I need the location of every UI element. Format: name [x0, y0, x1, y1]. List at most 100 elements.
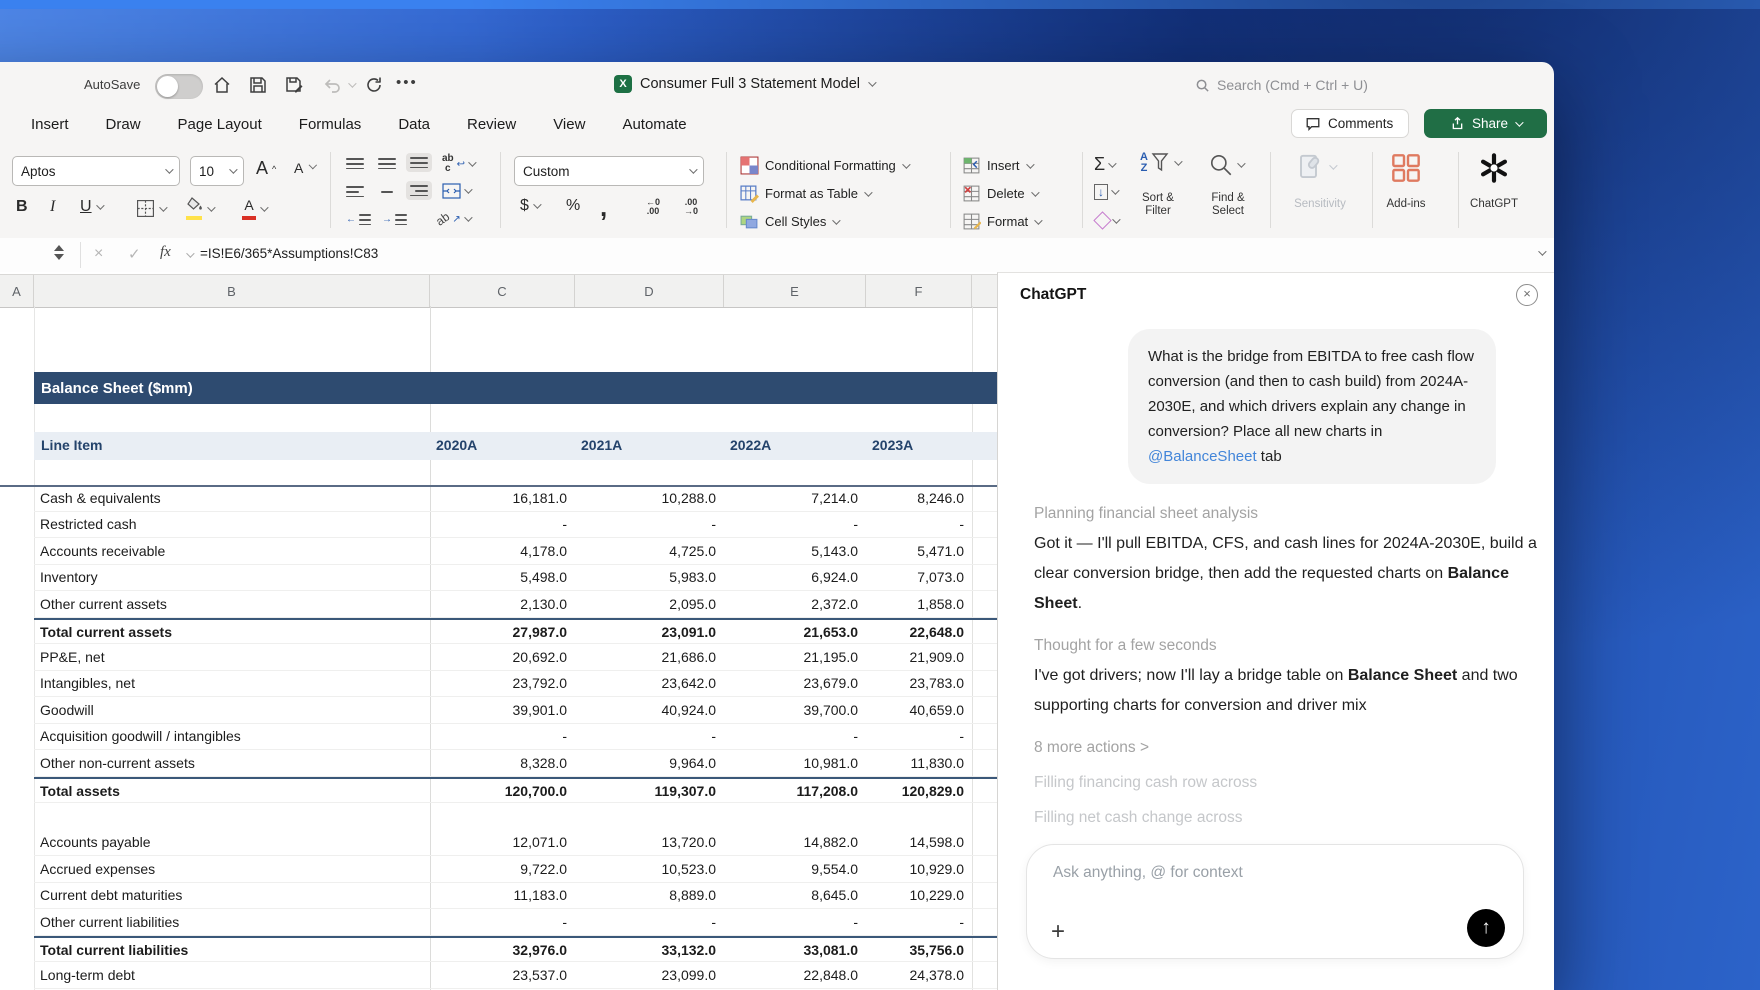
decrease-indent-button[interactable]: ←	[346, 214, 371, 226]
comma-style-button[interactable]: ,	[600, 192, 607, 223]
cell-value[interactable]: 1,858.0	[917, 596, 964, 612]
cell-value[interactable]: 10,229.0	[910, 887, 965, 903]
align-right-button[interactable]	[406, 181, 432, 201]
cell-value[interactable]: 27,987.0	[513, 624, 568, 640]
cell-value[interactable]: 14,882.0	[804, 834, 859, 850]
comments-button[interactable]: Comments	[1291, 109, 1409, 138]
cell-value[interactable]: 23,642.0	[662, 675, 717, 691]
align-bottom-button[interactable]	[406, 153, 432, 173]
save-icon[interactable]	[248, 75, 270, 95]
table-row[interactable]: Intangibles, net 23,792.0 23,642.0 23,679.0…	[34, 671, 997, 697]
cell-value[interactable]: 120,700.0	[505, 783, 567, 799]
autosave-toggle[interactable]	[155, 74, 203, 99]
cell-value[interactable]: 5,983.0	[669, 569, 716, 585]
cell-value[interactable]: -	[853, 914, 858, 930]
cell-value[interactable]: 11,183.0	[514, 887, 567, 903]
table-row[interactable]: Accounts receivable 4,178.0 4,725.0 5,143.0…	[34, 538, 997, 565]
cell-value[interactable]: 14,598.0	[910, 834, 965, 850]
confirm-entry-icon[interactable]: ✓	[128, 245, 141, 263]
cell-value[interactable]: 8,246.0	[917, 490, 964, 506]
cell-value[interactable]: 7,214.0	[811, 490, 858, 506]
table-row[interactable]: Other current liabilities - - - -	[34, 909, 997, 936]
sheet-title-row[interactable]: Balance Sheet ($mm)	[34, 372, 997, 404]
redo-icon[interactable]	[364, 75, 386, 95]
table-row[interactable]: Goodwill 39,901.0 40,924.0 39,700.0 40,659.0	[34, 697, 997, 724]
orientation-button[interactable]: ab ↗	[433, 209, 473, 229]
cell-value[interactable]: 4,725.0	[669, 543, 716, 559]
italic-button[interactable]: I	[50, 198, 55, 216]
borders-button[interactable]	[136, 199, 168, 218]
cell-value[interactable]: 4,178.0	[520, 543, 567, 559]
font-size-select[interactable]: 10	[190, 156, 244, 186]
percent-button[interactable]: %	[566, 197, 580, 215]
tab-formulas[interactable]: Formulas	[297, 112, 364, 137]
tab-insert[interactable]: Insert	[29, 112, 71, 137]
addins-label[interactable]: Add-ins	[1378, 198, 1434, 211]
cell-value[interactable]: 16,181.0	[513, 490, 568, 506]
balance-sheet-mention-link[interactable]: @BalanceSheet	[1148, 448, 1257, 465]
table-row[interactable]: Long-term debt 23,537.0 23,099.0 22,848.0 24…	[34, 962, 997, 989]
cell-value[interactable]: 23,099.0	[662, 967, 717, 983]
chatgpt-ribbon-icon[interactable]	[1476, 150, 1512, 186]
insert-cells-button[interactable]: Insert	[962, 156, 1035, 175]
table-row[interactable]: Accrued expenses 9,722.0 10,523.0 9,554.0 10…	[34, 856, 997, 883]
decrease-decimal-button[interactable]: ←0 .00	[646, 198, 660, 216]
tab-view[interactable]: View	[551, 112, 587, 137]
cell-value[interactable]: 120,829.0	[902, 783, 964, 799]
cell-value[interactable]: 23,679.0	[804, 675, 859, 691]
cell-value[interactable]: 13,720.0	[662, 834, 717, 850]
cell-value[interactable]: 33,081.0	[804, 942, 859, 958]
tab-review[interactable]: Review	[465, 112, 518, 137]
clear-button[interactable]	[1093, 211, 1121, 230]
cell-value[interactable]: -	[562, 728, 567, 744]
more-commands-icon[interactable]: •••	[396, 74, 418, 91]
attach-plus-button[interactable]: +	[1051, 918, 1065, 946]
table-row[interactable]: Restricted cash - - - -	[34, 512, 997, 538]
currency-button[interactable]: $	[520, 197, 542, 215]
cell-value[interactable]: -	[711, 914, 716, 930]
cancel-entry-icon[interactable]: ×	[94, 245, 103, 263]
cell-value[interactable]: 8,889.0	[669, 887, 716, 903]
cell-value[interactable]: 32,976.0	[513, 942, 568, 958]
formula-bar-expand-chevron[interactable]	[1538, 247, 1547, 256]
column-header-E[interactable]: E	[724, 275, 866, 307]
home-icon[interactable]	[212, 75, 234, 95]
chat-input-box[interactable]: Ask anything, @ for context + ↑	[1026, 844, 1524, 959]
align-left-button[interactable]	[346, 186, 364, 198]
grow-font-button[interactable]: A ^	[256, 158, 276, 179]
table-row[interactable]: Total assets 120,700.0 119,307.0 117,208.0 1…	[34, 776, 997, 803]
cell-value[interactable]: -	[711, 728, 716, 744]
cell-value[interactable]: 10,288.0	[662, 490, 717, 506]
tab-data[interactable]: Data	[396, 112, 432, 137]
number-format-select[interactable]: Custom	[514, 156, 704, 186]
cell-value[interactable]: 24,378.0	[910, 967, 965, 983]
cell-value[interactable]: 12,071.0	[513, 834, 568, 850]
cell-styles-button[interactable]: Cell Styles	[740, 212, 842, 231]
cell-value[interactable]: 10,929.0	[910, 861, 965, 877]
cell-value[interactable]: 21,686.0	[662, 649, 717, 665]
table-row[interactable]: Total current assets 27,987.0 23,091.0 21,6…	[34, 617, 997, 644]
align-middle-button[interactable]	[378, 158, 396, 170]
spreadsheet-grid[interactable]: ABCDEF Balance Sheet ($mm) Line Item 202…	[0, 272, 997, 990]
share-button[interactable]: Share	[1424, 109, 1547, 138]
cell-value[interactable]: -	[959, 914, 964, 930]
cell-value[interactable]: 11,830.0	[911, 755, 964, 771]
column-header-F[interactable]: F	[866, 275, 972, 307]
fill-button[interactable]: ↓	[1094, 184, 1120, 200]
doc-title-chevron[interactable]	[868, 78, 877, 87]
cell-value[interactable]: 23,091.0	[662, 624, 717, 640]
merge-center-button[interactable]	[442, 183, 473, 199]
cell-value[interactable]: 6,924.0	[811, 569, 858, 585]
cell-value[interactable]: -	[562, 914, 567, 930]
insert-function-icon[interactable]: fx	[160, 244, 171, 261]
font-name-select[interactable]: Aptos	[12, 156, 180, 186]
table-row[interactable]: Total current liabilities 32,976.0 33,132.…	[34, 935, 997, 962]
column-header-C[interactable]: C	[430, 275, 575, 307]
cell-value[interactable]: 22,848.0	[804, 967, 859, 983]
formula-input[interactable]: =IS!E6/365*Assumptions!C83	[200, 246, 378, 261]
align-top-button[interactable]	[346, 158, 364, 170]
spacer-row[interactable]	[34, 803, 997, 830]
delete-cells-button[interactable]: Delete	[962, 184, 1040, 203]
cell-value[interactable]: -	[562, 516, 567, 532]
tab-page-layout[interactable]: Page Layout	[176, 112, 264, 137]
